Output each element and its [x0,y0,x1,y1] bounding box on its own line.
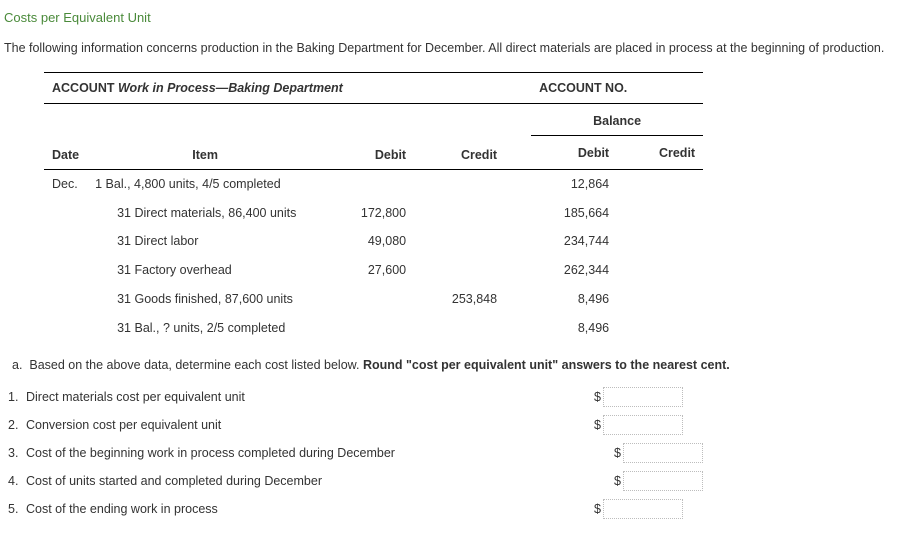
answer-input-4[interactable] [623,471,703,491]
q-number: 1. [8,388,26,407]
question-a-text: Based on the above data, determine each … [29,358,363,372]
list-item: 5. Cost of the ending work in process $ [4,499,904,519]
col-credit: Credit [414,104,505,170]
row-bal-debit: 185,664 [531,199,617,228]
table-row: 31 Bal., ? units, 2/5 completed 8,496 [44,314,703,343]
row-bal-credit [617,169,703,198]
list-item: 1. Direct materials cost per equivalent … [4,387,904,407]
row-bal-debit: 12,864 [531,169,617,198]
row-debit [323,285,414,314]
account-name: Work in Process—Baking Department [118,81,343,95]
dollar-sign: $ [587,500,601,519]
row-month: Dec. [44,169,87,198]
row-month [44,199,87,228]
q-text: Cost of the ending work in process [26,500,218,519]
row-debit [323,314,414,343]
intro-text: The following information concerns produ… [4,38,904,58]
row-item: 31 Goods finished, 87,600 units [87,285,323,314]
row-credit [414,256,505,285]
question-a: a. Based on the above data, determine ea… [20,356,904,375]
col-bal-debit: Debit [531,136,617,170]
row-month [44,227,87,256]
answer-input-2[interactable] [603,415,683,435]
row-item: 1 Bal., 4,800 units, 4/5 completed [87,169,323,198]
row-debit: 172,800 [323,199,414,228]
col-item: Item [87,104,323,170]
table-row: 31 Direct materials, 86,400 units 172,80… [44,199,703,228]
list-item: 3. Cost of the beginning work in process… [4,443,904,463]
q-text: Cost of units started and completed duri… [26,472,322,491]
col-bal-credit: Credit [617,136,703,170]
q-number: 4. [8,472,26,491]
col-debit: Debit [323,104,414,170]
table-row: 31 Factory overhead 27,600 262,344 [44,256,703,285]
row-bal-credit [617,199,703,228]
table-row: 31 Direct labor 49,080 234,744 [44,227,703,256]
q-number: 2. [8,416,26,435]
row-credit [414,199,505,228]
list-item: 4. Cost of units started and completed d… [4,471,904,491]
row-bal-debit: 262,344 [531,256,617,285]
dollar-sign: $ [587,416,601,435]
dollar-sign: $ [607,472,621,491]
row-bal-credit [617,256,703,285]
row-item: 31 Factory overhead [87,256,323,285]
answer-input-3[interactable] [623,443,703,463]
account-heading: ACCOUNT Work in Process—Baking Departmen… [44,72,531,104]
row-debit [323,169,414,198]
row-bal-credit [617,227,703,256]
row-credit [414,227,505,256]
row-bal-debit: 234,744 [531,227,617,256]
answer-input-1[interactable] [603,387,683,407]
question-a-bold: Round "cost per equivalent unit" answers… [363,358,730,372]
account-label: ACCOUNT [52,81,115,95]
row-item: 31 Direct labor [87,227,323,256]
question-list: 1. Direct materials cost per equivalent … [4,387,904,519]
q-number: 3. [8,444,26,463]
row-debit: 49,080 [323,227,414,256]
row-month [44,314,87,343]
row-bal-debit: 8,496 [531,285,617,314]
col-balance: Balance [531,104,703,136]
question-a-prefix: a. [12,358,22,372]
col-date: Date [44,104,87,170]
row-item: 31 Bal., ? units, 2/5 completed [87,314,323,343]
q-text: Conversion cost per equivalent unit [26,416,221,435]
q-number: 5. [8,500,26,519]
dollar-sign: $ [587,388,601,407]
table-row: Dec. 1 Bal., 4,800 units, 4/5 completed … [44,169,703,198]
row-bal-credit [617,285,703,314]
row-month [44,285,87,314]
q-text: Direct materials cost per equivalent uni… [26,388,245,407]
row-credit [414,169,505,198]
row-credit: 253,848 [414,285,505,314]
account-no-label: ACCOUNT NO. [531,72,703,104]
page-title: Costs per Equivalent Unit [4,8,904,28]
row-month [44,256,87,285]
ledger-table: ACCOUNT Work in Process—Baking Departmen… [44,72,703,343]
list-item: 2. Conversion cost per equivalent unit $ [4,415,904,435]
row-debit: 27,600 [323,256,414,285]
row-bal-credit [617,314,703,343]
q-text: Cost of the beginning work in process co… [26,444,395,463]
row-credit [414,314,505,343]
row-item: 31 Direct materials, 86,400 units [87,199,323,228]
table-row: 31 Goods finished, 87,600 units 253,848 … [44,285,703,314]
dollar-sign: $ [607,444,621,463]
answer-input-5[interactable] [603,499,683,519]
row-bal-debit: 8,496 [531,314,617,343]
